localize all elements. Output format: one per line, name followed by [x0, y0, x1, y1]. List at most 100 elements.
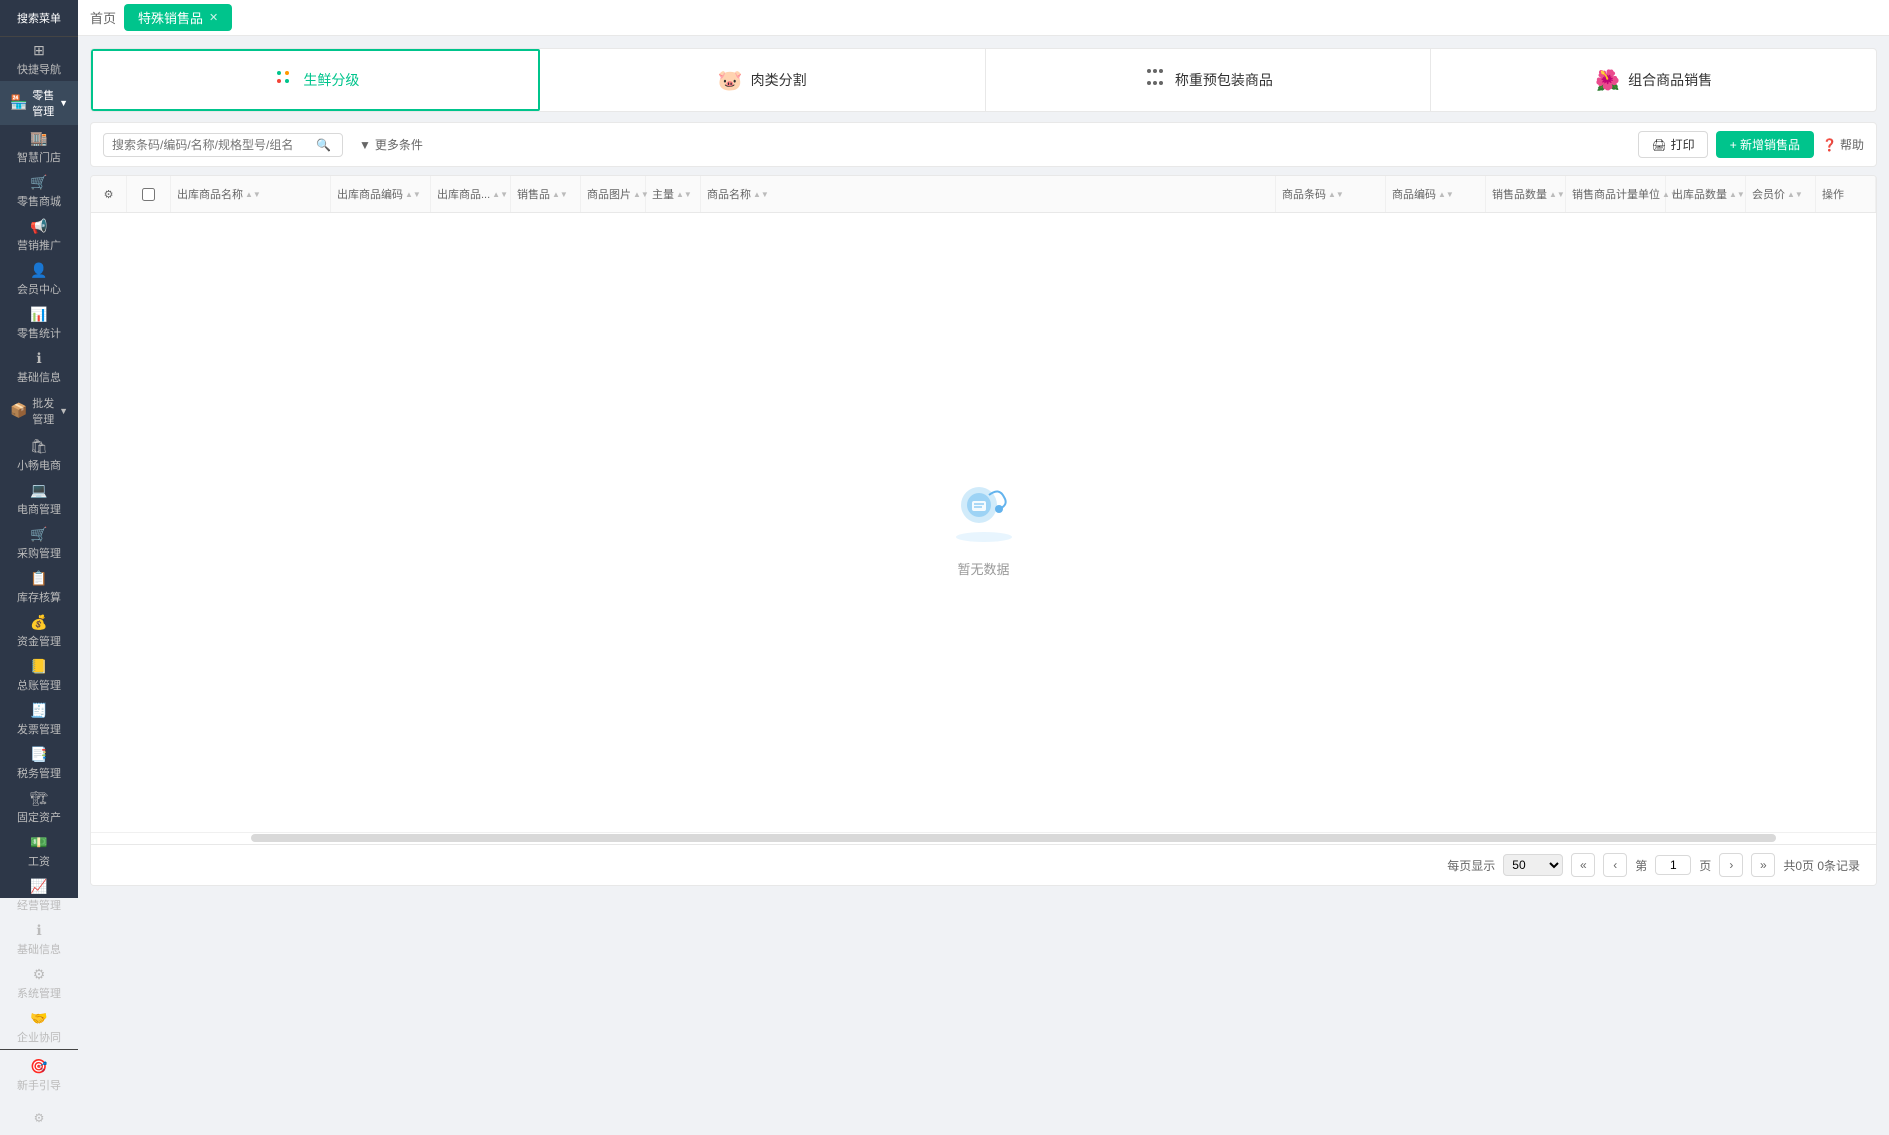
table-wrapper: ⚙ 出库商品名称 ▲▼ 出库商品编码 ▲▼ 出库商品... ▲▼	[90, 175, 1877, 886]
sidebar-item-purchase-mgmt[interactable]: 🛒 采购管理	[0, 521, 78, 565]
sidebar-item-smart-store[interactable]: 🏬 智慧门店	[0, 125, 78, 169]
sort-arrows[interactable]: ▲▼	[1787, 190, 1803, 199]
sort-arrows[interactable]: ▲▼	[1328, 190, 1344, 199]
fixed-assets-icon: 🏗	[30, 790, 48, 807]
invoice-mgmt-icon: 🧾	[30, 702, 47, 719]
top-bar: 首页 特殊销售品 ✕	[78, 0, 1889, 36]
scroll-track[interactable]	[251, 834, 1776, 842]
sort-arrows[interactable]: ▲▼	[1729, 190, 1745, 199]
select-all-checkbox[interactable]	[142, 188, 155, 201]
th-check[interactable]	[127, 176, 171, 212]
sidebar-item-label: 采购管理	[17, 545, 61, 561]
gear-icon: ⚙	[34, 1111, 45, 1125]
sidebar-item-fixed-assets[interactable]: 🏗 固定资产	[0, 785, 78, 829]
quick-nav-icon: ⊞	[33, 42, 45, 59]
total-pages-label: 共0页 0条记录	[1783, 857, 1860, 874]
sidebar-item-label: 工资	[28, 853, 50, 869]
sidebar-item-member-center[interactable]: 👤 会员中心	[0, 257, 78, 301]
sidebar-item-basic-info2[interactable]: ℹ 基础信息	[0, 917, 78, 961]
active-tab[interactable]: 特殊销售品 ✕	[124, 4, 232, 31]
sidebar-item-retail-stats[interactable]: 📊 零售统计	[0, 301, 78, 345]
cat-tab-weighed-pkg[interactable]: 称重预包装商品	[986, 49, 1432, 111]
sidebar-item-label: 会员中心	[17, 281, 61, 297]
th-out-goods-name: 出库商品名称 ▲▼	[171, 176, 331, 212]
sidebar-gear-button[interactable]: ⚙	[0, 1101, 78, 1135]
cat-tab-fresh-grade[interactable]: 生鲜分级	[91, 49, 540, 111]
cat-tab-combo[interactable]: 🌺 组合商品销售	[1431, 49, 1876, 111]
close-tab-icon[interactable]: ✕	[209, 11, 218, 24]
filter-icon: ▼	[359, 138, 371, 152]
search-box[interactable]: 🔍	[103, 133, 343, 157]
sort-arrows[interactable]: ▲▼	[405, 190, 421, 199]
purchase-mgmt-icon: 🛒	[30, 526, 47, 543]
sidebar-logo[interactable]: 搜索菜单	[0, 0, 78, 37]
sort-arrows[interactable]: ▲▼	[245, 190, 261, 199]
newbie-icon: 🎯	[30, 1058, 47, 1075]
help-label: 帮助	[1840, 136, 1864, 153]
print-button[interactable]: 🖨 打印	[1638, 131, 1707, 158]
sidebar-item-basic-info[interactable]: ℹ 基础信息	[0, 345, 78, 389]
add-button[interactable]: + 新增销售品	[1716, 131, 1814, 158]
sidebar-item-label: 新手引导	[17, 1077, 61, 1093]
sidebar-item-label: 基础信息	[17, 369, 61, 385]
sort-arrows[interactable]: ▲▼	[676, 190, 692, 199]
sidebar-item-quick-nav[interactable]: ⊞ 快捷导航	[0, 37, 78, 81]
sidebar-item-retail-mall[interactable]: 🛒 零售商城	[0, 169, 78, 213]
sidebar-item-label: 零售管理	[27, 87, 59, 119]
sidebar-item-ecom-mgmt[interactable]: 💻 电商管理	[0, 477, 78, 521]
breadcrumb-home[interactable]: 首页	[90, 8, 116, 27]
sidebar-item-ledger-mgmt[interactable]: 📒 总账管理	[0, 653, 78, 697]
sort-arrows[interactable]: ▲▼	[552, 190, 568, 199]
active-tab-label: 特殊销售品	[138, 8, 203, 27]
help-button[interactable]: ❓ 帮助	[1822, 136, 1864, 153]
sidebar-item-label: 固定资产	[17, 809, 61, 825]
page-number-input[interactable]	[1655, 855, 1691, 875]
ops-mgmt-icon: 📈	[30, 878, 47, 895]
per-page-select[interactable]: 50 10 20 100	[1503, 854, 1563, 876]
th-main-weight: 主量 ▲▼	[646, 176, 701, 212]
sidebar-item-tax-mgmt[interactable]: 📑 税务管理	[0, 741, 78, 785]
sidebar-item-retail-mgmt[interactable]: 🏪 零售管理 ▼	[0, 81, 78, 125]
page-suffix-label: 页	[1699, 857, 1711, 874]
sidebar-item-sales-promo[interactable]: 📢 营销推广	[0, 213, 78, 257]
sidebar-item-label: 零售统计	[17, 325, 61, 341]
sidebar-item-finance-mgmt[interactable]: 💰 资金管理	[0, 609, 78, 653]
sidebar-item-enterprise[interactable]: 🤝 企业协同	[0, 1005, 78, 1049]
sidebar-item-label: 批发管理	[27, 395, 59, 427]
retail-mall-icon: 🛒	[30, 174, 47, 191]
chevron-down-icon2: ▼	[59, 406, 68, 416]
page-last-button[interactable]: »	[1751, 853, 1775, 877]
sort-arrows[interactable]: ▲▼	[753, 190, 769, 199]
sidebar-item-invoice-mgmt[interactable]: 🧾 发票管理	[0, 697, 78, 741]
sidebar-logo-text: 搜索菜单	[17, 10, 61, 26]
sidebar-item-wages[interactable]: 💵 工资	[0, 829, 78, 873]
th-sales-goods: 销售品 ▲▼	[511, 176, 581, 212]
sidebar-item-mini-ecom[interactable]: 🛍 小畅电商	[0, 433, 78, 477]
page-next-button[interactable]: ›	[1719, 853, 1743, 877]
retail-stats-icon: 📊	[30, 306, 47, 323]
page-prev-button[interactable]: ‹	[1603, 853, 1627, 877]
th-label: 商品图片	[587, 186, 631, 202]
sort-arrows[interactable]: ▲▼	[1549, 190, 1565, 199]
page-first-button[interactable]: «	[1571, 853, 1595, 877]
sidebar-item-newbie[interactable]: 🎯 新手引导	[0, 1050, 78, 1101]
th-label: 出库商品编码	[337, 186, 403, 202]
search-input[interactable]	[112, 138, 312, 152]
th-settings[interactable]: ⚙	[91, 176, 127, 212]
sidebar-item-label: 电商管理	[17, 501, 61, 517]
filter-button[interactable]: ▼ 更多条件	[351, 132, 431, 157]
cat-tab-meat-cut-label: 肉类分割	[751, 70, 807, 90]
inventory-icon: 📋	[30, 570, 47, 587]
sort-arrows[interactable]: ▲▼	[492, 190, 508, 199]
sidebar-bottom: 🎯 新手引导 ⚙	[0, 1049, 78, 1135]
wages-icon: 💵	[30, 834, 47, 851]
sidebar-item-inventory[interactable]: 📋 库存核算	[0, 565, 78, 609]
sidebar-item-label: 总账管理	[17, 677, 61, 693]
sidebar-item-sys-mgmt[interactable]: ⚙ 系统管理	[0, 961, 78, 1005]
basic-info-icon: ℹ	[36, 350, 41, 367]
sidebar-item-label: 发票管理	[17, 721, 61, 737]
cat-tab-meat-cut[interactable]: 🐷 肉类分割	[540, 49, 986, 111]
sidebar-item-ops-mgmt[interactable]: 📈 经营管理	[0, 873, 78, 917]
sidebar-item-wholesale-mgmt[interactable]: 📦 批发管理 ▼	[0, 389, 78, 433]
sort-arrows[interactable]: ▲▼	[1438, 190, 1454, 199]
